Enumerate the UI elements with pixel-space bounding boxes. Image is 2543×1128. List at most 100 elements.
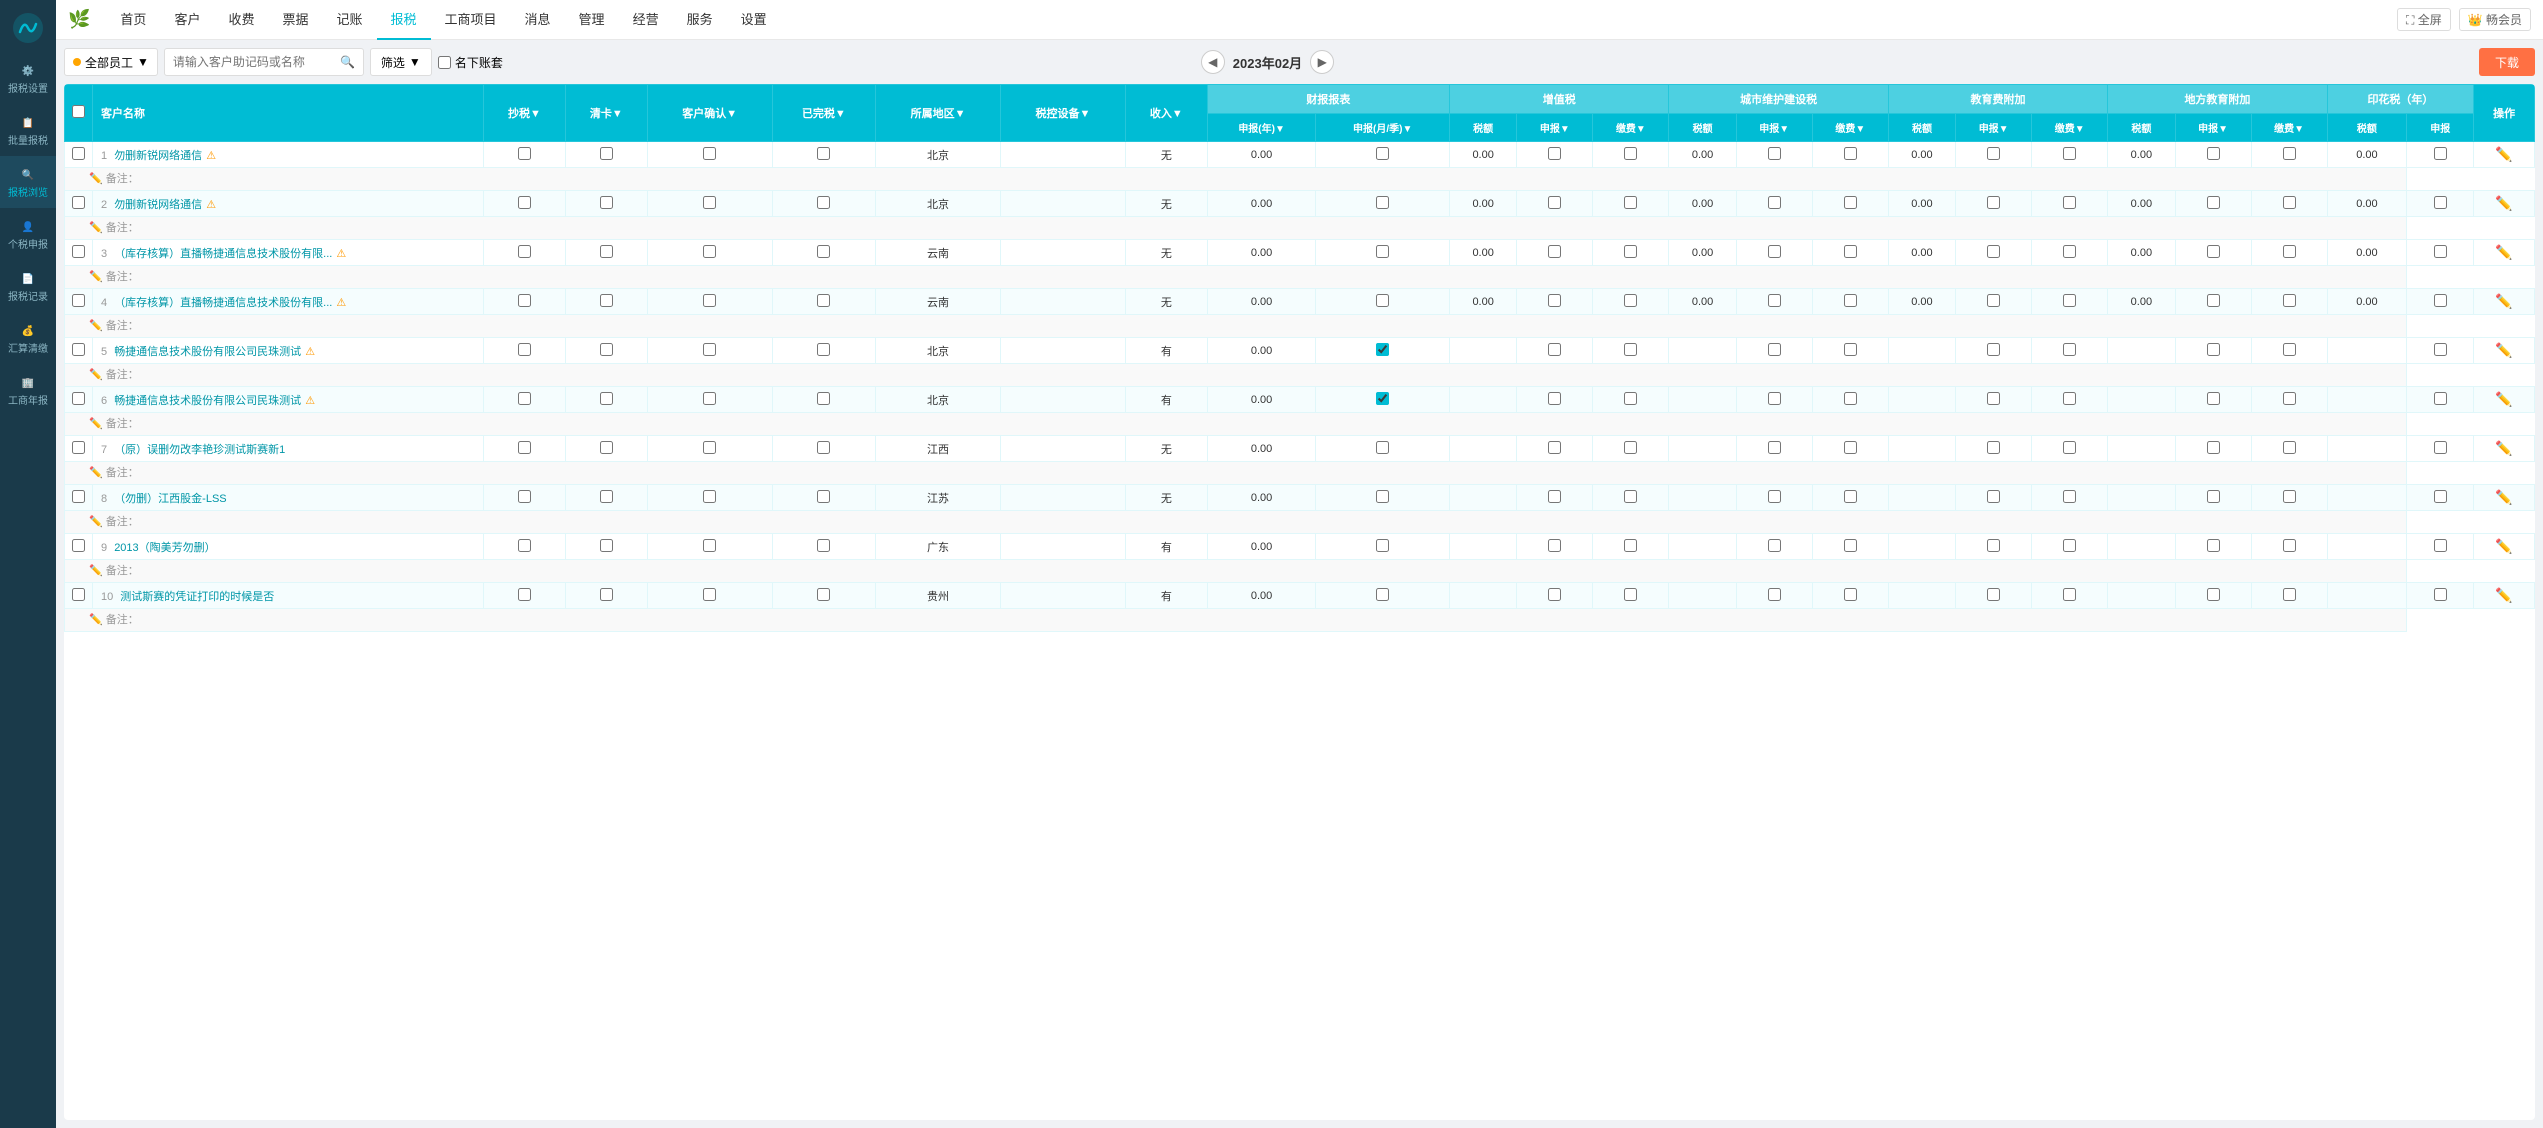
row-caibao-mon[interactable] [1316,240,1450,266]
row-select-checkbox[interactable] [65,534,93,560]
row-qingka[interactable] [565,534,647,560]
row-chaoshui[interactable] [484,485,566,511]
row-chaoshui[interactable] [484,338,566,364]
row-city-sb[interactable] [1736,485,1812,511]
row-city-jf[interactable] [1812,142,1888,168]
row-city-jf[interactable] [1812,436,1888,462]
row-local-jf[interactable] [2251,534,2327,560]
row-caibao-mon[interactable] [1316,534,1450,560]
sidebar-item-baoshui-jilu[interactable]: 📄 报税记录 [0,260,56,312]
row-local-sb[interactable] [2175,338,2251,364]
row-qingka[interactable] [565,338,647,364]
row-stamp-sb[interactable] [2407,436,2474,462]
row-qingka[interactable] [565,583,647,609]
sidebar-item-baoshui-shezhi[interactable]: ⚙️ 报税设置 [0,52,56,104]
row-select-checkbox[interactable] [65,289,93,315]
note-edit-icon[interactable]: ✏️ [89,418,103,430]
row-local-jf[interactable] [2251,338,2327,364]
row-customer-name[interactable]: 4 （库存核算）直播畅捷通信息技术股份有限...⚠ [93,289,484,315]
row-kehuquerens[interactable] [647,289,772,315]
nav-item-kehu[interactable]: 客户 [160,0,214,40]
row-customer-name[interactable]: 9 2013（陶美芳勿删） [93,534,484,560]
row-chaoshui[interactable] [484,289,566,315]
row-local-jf[interactable] [2251,387,2327,413]
row-city-jf[interactable] [1812,387,1888,413]
row-action[interactable]: ✏️ [2474,485,2535,511]
row-yiwanshui[interactable] [772,387,875,413]
row-customer-name[interactable]: 2 勿删新锐网络通信⚠ [93,191,484,217]
row-select-checkbox[interactable] [65,142,93,168]
row-kehuquerens[interactable] [647,338,772,364]
row-local-jf[interactable] [2251,436,2327,462]
note-edit-icon[interactable]: ✏️ [89,271,103,283]
row-select-checkbox[interactable] [65,583,93,609]
nav-item-jizhang[interactable]: 记账 [322,0,376,40]
prev-month-button[interactable]: ◀ [1201,50,1225,74]
row-qingka[interactable] [565,485,647,511]
note-edit-icon[interactable]: ✏️ [89,173,103,185]
row-local-jf[interactable] [2251,485,2327,511]
row-vat-sb[interactable] [1517,289,1593,315]
sidebar-item-huisuan-qingjiao[interactable]: 💰 汇算清缴 [0,312,56,364]
row-yiwanshui[interactable] [772,191,875,217]
edit-icon[interactable]: ✏️ [2495,538,2512,554]
note-edit-icon[interactable]: ✏️ [89,222,103,234]
row-vat-sb[interactable] [1517,338,1593,364]
row-edu-sb[interactable] [1956,240,2032,266]
row-caibao-year[interactable]: 0.00 [1207,534,1316,560]
row-edu-jf[interactable] [2032,240,2108,266]
row-caibao-year[interactable]: 0.00 [1207,387,1316,413]
row-edu-sb[interactable] [1956,534,2032,560]
row-city-sb[interactable] [1736,289,1812,315]
note-edit-icon[interactable]: ✏️ [89,614,103,626]
row-edu-sb[interactable] [1956,387,2032,413]
row-city-sb[interactable] [1736,142,1812,168]
fullscreen-button[interactable]: ⛶ 全屏 [2397,8,2451,31]
row-city-sb[interactable] [1736,338,1812,364]
row-caibao-mon[interactable] [1316,436,1450,462]
row-chaoshui[interactable] [484,436,566,462]
row-local-sb[interactable] [2175,240,2251,266]
row-stamp-sb[interactable] [2407,485,2474,511]
edit-icon[interactable]: ✏️ [2495,587,2512,603]
row-qingka[interactable] [565,240,647,266]
nav-item-home[interactable]: 首页 [106,0,160,40]
row-local-jf[interactable] [2251,583,2327,609]
row-chaoshui[interactable] [484,191,566,217]
row-vat-jf[interactable] [1593,142,1669,168]
row-edu-jf[interactable] [2032,583,2108,609]
row-vat-sb[interactable] [1517,436,1593,462]
row-action[interactable]: ✏️ [2474,436,2535,462]
nav-item-xiaoxi[interactable]: 消息 [511,0,565,40]
row-stamp-sb[interactable] [2407,387,2474,413]
row-chaoshui[interactable] [484,534,566,560]
row-vat-jf[interactable] [1593,387,1669,413]
row-city-sb[interactable] [1736,583,1812,609]
nav-item-fuwu[interactable]: 服务 [673,0,727,40]
row-city-jf[interactable] [1812,583,1888,609]
row-local-jf[interactable] [2251,142,2327,168]
nav-item-baoshui[interactable]: 报税 [377,0,431,40]
row-yiwanshui[interactable] [772,289,875,315]
row-qingka[interactable] [565,142,647,168]
nav-item-shoufei[interactable]: 收费 [214,0,268,40]
edit-icon[interactable]: ✏️ [2495,440,2512,456]
row-qingka[interactable] [565,436,647,462]
row-edu-jf[interactable] [2032,436,2108,462]
row-select-checkbox[interactable] [65,338,93,364]
row-local-jf[interactable] [2251,240,2327,266]
row-vat-sb[interactable] [1517,485,1593,511]
search-box[interactable]: 🔍 [164,48,364,76]
row-city-jf[interactable] [1812,485,1888,511]
row-caibao-year[interactable]: 0.00 [1207,289,1316,315]
vip-button[interactable]: 👑 畅会员 [2459,8,2531,31]
row-edu-sb[interactable] [1956,142,2032,168]
row-edu-sb[interactable] [1956,191,2032,217]
row-local-sb[interactable] [2175,583,2251,609]
edit-icon[interactable]: ✏️ [2495,489,2512,505]
row-yiwanshui[interactable] [772,485,875,511]
row-select-checkbox[interactable] [65,485,93,511]
row-kehuquerens[interactable] [647,436,772,462]
row-customer-name[interactable]: 1 勿删新锐网络通信⚠ [93,142,484,168]
mingxia-zhangkao-checkbox[interactable]: 名下账套 [438,54,503,71]
